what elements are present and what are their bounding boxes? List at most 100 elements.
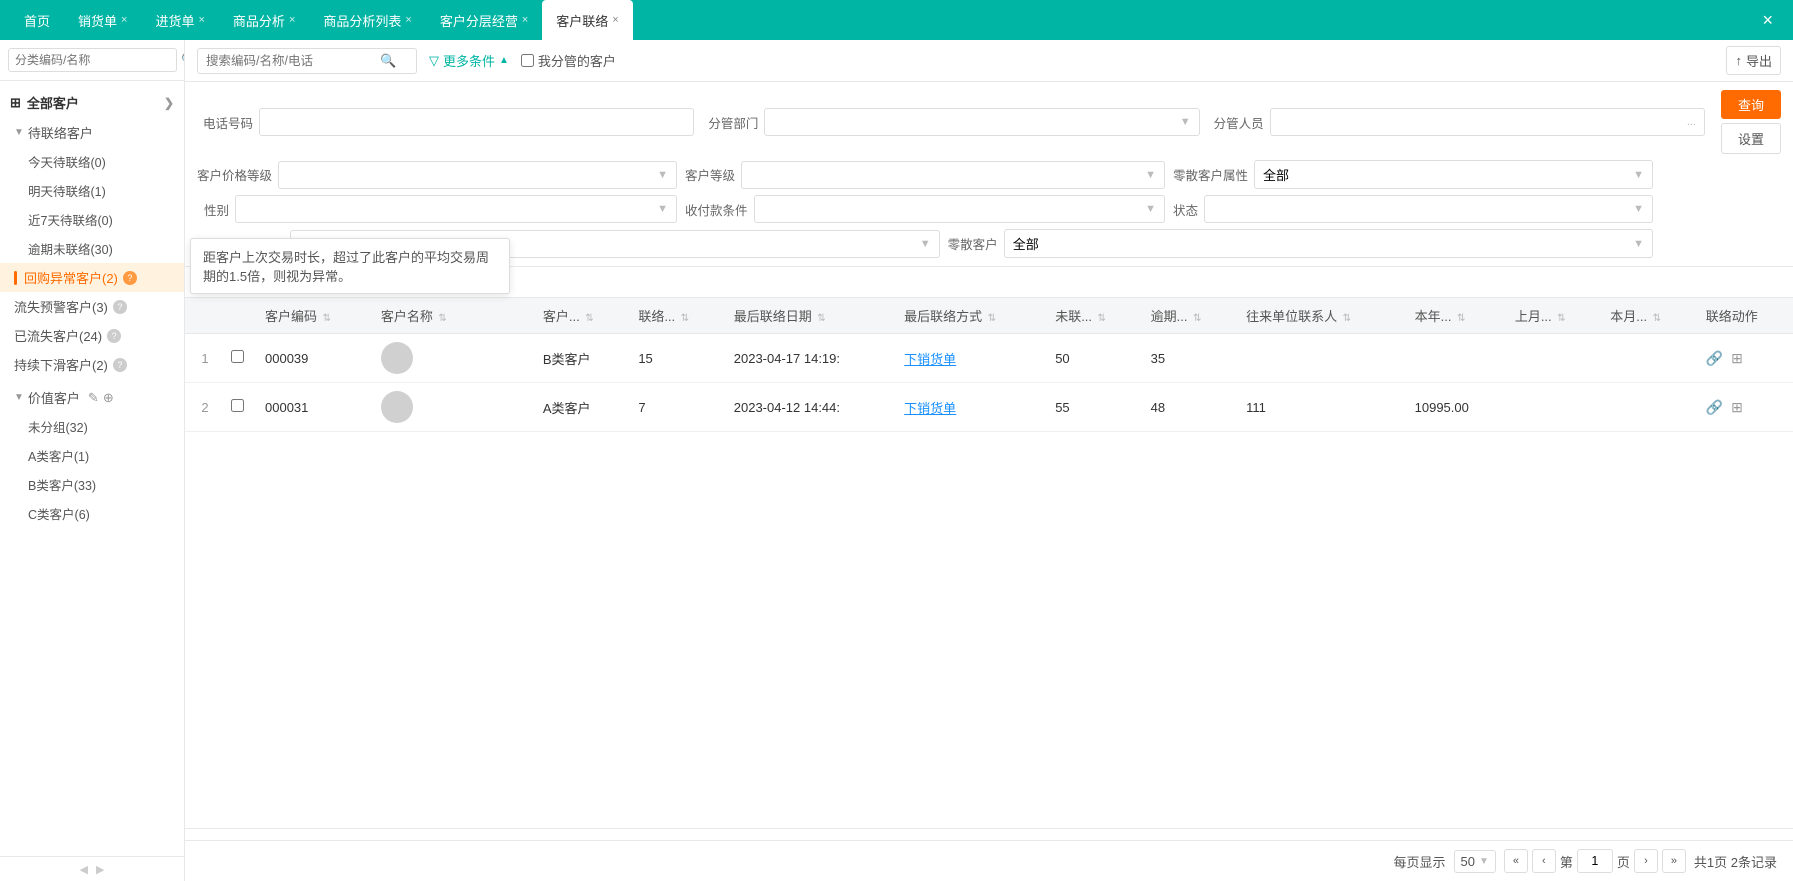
sort-icon-od: ⇅ xyxy=(1193,313,1201,324)
horizontal-scrollbar[interactable] xyxy=(185,828,1793,840)
sidebar-item-overdue[interactable]: 逾期未联络(30) xyxy=(0,234,184,263)
input-price-level[interactable]: ▼ xyxy=(278,161,677,189)
query-button[interactable]: 查询 xyxy=(1721,90,1781,119)
nav-close-goods[interactable]: × xyxy=(289,14,295,26)
input-dept[interactable]: ▼ xyxy=(764,108,1199,136)
row-checkbox-1[interactable] xyxy=(231,350,244,363)
input-customer-level[interactable]: ▼ xyxy=(741,161,1165,189)
nav-item-purchase[interactable]: 进货单 × xyxy=(141,0,218,40)
sort-icon-cc: ⇅ xyxy=(681,313,689,324)
sidebar-item-a-class[interactable]: A类客户(1) xyxy=(0,441,184,470)
col-contact-count[interactable]: 联络... ⇅ xyxy=(628,298,723,334)
nav-item-sales[interactable]: 销货单 × xyxy=(64,0,141,40)
nav-close-sales[interactable]: × xyxy=(121,14,127,26)
per-page-select[interactable]: 50 ▼ xyxy=(1454,850,1496,873)
col-not-contact[interactable]: 未联... ⇅ xyxy=(1045,298,1140,334)
link-icon-2[interactable]: 🔗 xyxy=(1706,399,1723,416)
sidebar-item-decline[interactable]: 持续下滑客户(2) ? xyxy=(0,350,184,379)
sidebar-item-lost[interactable]: 已流失客户(24) ? xyxy=(0,321,184,350)
page-next-btn[interactable]: › xyxy=(1634,849,1658,873)
link-icon-1[interactable]: 🔗 xyxy=(1706,350,1723,367)
add-icon-value[interactable]: ⊕ xyxy=(103,390,114,406)
col-overdue[interactable]: 逾期... ⇅ xyxy=(1141,298,1236,334)
page-first-btn[interactable]: « xyxy=(1504,849,1528,873)
edit-icon-value[interactable]: ✎ xyxy=(88,390,99,406)
input-payment[interactable]: ▼ xyxy=(754,195,1165,223)
info-icon-lost[interactable]: ? xyxy=(107,329,121,343)
sidebar-section-pending[interactable]: ▼ 待联络客户 xyxy=(0,118,184,147)
scroll-right-icon[interactable]: ▶ xyxy=(96,863,104,876)
page-last-btn[interactable]: » xyxy=(1662,849,1686,873)
cell-checkbox-2[interactable] xyxy=(225,383,255,432)
sidebar-item-abnormal[interactable]: 回购异常客户(2) ? xyxy=(0,263,184,292)
nav-close-contact[interactable]: × xyxy=(612,14,618,26)
row-checkbox-2[interactable] xyxy=(231,399,244,412)
nav-item-stratify[interactable]: 客户分层经营 × xyxy=(426,0,542,40)
chevron-down-icon-pending: ▼ xyxy=(14,127,24,138)
info-icon-abnormal[interactable]: ? xyxy=(123,271,137,285)
input-manager[interactable]: ... xyxy=(1270,108,1705,136)
sidebar-item-7days[interactable]: 近7天待联络(0) xyxy=(0,205,184,234)
col-type[interactable]: 客户... ⇅ xyxy=(533,298,628,334)
grid-action-icon-1[interactable]: ⊞ xyxy=(1731,350,1743,367)
sidebar-item-today[interactable]: 今天待联络(0) xyxy=(0,147,184,176)
more-conditions-btn[interactable]: ▽ 更多条件 ▲ xyxy=(429,51,509,70)
page-prev-btn[interactable]: ‹ xyxy=(1532,849,1556,873)
settings-button[interactable]: 设置 xyxy=(1721,123,1781,154)
cell-checkbox-1[interactable] xyxy=(225,334,255,383)
nav-window-close[interactable]: × xyxy=(1752,10,1783,31)
col-last-date[interactable]: 最后联络日期 ⇅ xyxy=(724,298,894,334)
info-icon-warn[interactable]: ? xyxy=(113,300,127,314)
chevron-down-retail-cust: ▼ xyxy=(1633,238,1644,250)
col-partner-contact[interactable]: 往来单位联系人 ⇅ xyxy=(1236,298,1405,334)
sidebar-tree: ⊞ 全部客户 ❯ ▼ 待联络客户 今天待联络(0) 明天待联络(1) 近7天待联… xyxy=(0,81,184,856)
my-customer-check[interactable] xyxy=(521,54,534,67)
sidebar-search-bar: 🔍 xyxy=(0,40,184,81)
chevron-up-icon: ▲ xyxy=(499,55,509,66)
grid-action-icon-2[interactable]: ⊞ xyxy=(1731,399,1743,416)
label-price-level: 客户价格等级 xyxy=(197,165,272,184)
search-icon[interactable]: 🔍 xyxy=(380,53,396,69)
sidebar-root[interactable]: ⊞ 全部客户 ❯ xyxy=(0,87,184,118)
sidebar-section-value[interactable]: ▼ 价值客户 ✎ ⊕ xyxy=(0,383,184,412)
nav-item-goods-list[interactable]: 商品分析列表 × xyxy=(309,0,425,40)
nav-item-home[interactable]: 首页 xyxy=(10,0,64,40)
col-code[interactable]: 客户编码 ⇅ xyxy=(255,298,371,334)
label-gender: 性别 xyxy=(197,200,229,219)
input-retail-customer[interactable]: 全部▼ xyxy=(1004,229,1653,258)
chevron-down-retail-attr: ▼ xyxy=(1633,169,1644,181)
chevron-down-icon-value: ▼ xyxy=(14,392,24,403)
input-phone[interactable] xyxy=(259,108,694,136)
col-checkbox xyxy=(225,298,255,334)
input-gender[interactable]: ▼ xyxy=(235,195,677,223)
search-input[interactable] xyxy=(206,54,376,68)
action-buttons: 查询 设置 xyxy=(1721,90,1781,154)
nav-close-goods-list[interactable]: × xyxy=(405,14,411,26)
scroll-left-icon[interactable]: ◀ xyxy=(80,863,88,876)
sidebar-search-input[interactable] xyxy=(8,48,177,72)
cell-method-1[interactable]: 下销货单 xyxy=(894,334,1045,383)
export-btn[interactable]: ↑ 导出 xyxy=(1726,46,1781,75)
sidebar-item-b-class[interactable]: B类客户(33) xyxy=(0,470,184,499)
table-wrapper: 客户编码 ⇅ 客户名称 ⇅ 客户... ⇅ xyxy=(185,298,1793,828)
nav-item-goods-analysis[interactable]: 商品分析 × xyxy=(219,0,309,40)
sidebar-item-warn[interactable]: 流失预警客户(3) ? xyxy=(0,292,184,321)
col-this-month[interactable]: 本月... ⇅ xyxy=(1600,298,1695,334)
col-name[interactable]: 客户名称 ⇅ xyxy=(371,298,533,334)
sidebar-item-c-class[interactable]: C类客户(6) xyxy=(0,499,184,528)
nav-close-purchase[interactable]: × xyxy=(198,14,204,26)
col-last-method[interactable]: 最后联络方式 ⇅ xyxy=(894,298,1045,334)
info-icon-decline[interactable]: ? xyxy=(113,358,127,372)
sidebar-item-tomorrow[interactable]: 明天待联络(1) xyxy=(0,176,184,205)
sidebar-item-ungrouped[interactable]: 未分组(32) xyxy=(0,412,184,441)
cell-method-2[interactable]: 下销货单 xyxy=(894,383,1045,432)
input-status[interactable]: ▼ xyxy=(1204,195,1653,223)
col-last-month[interactable]: 上月... ⇅ xyxy=(1505,298,1600,334)
nav-item-contact[interactable]: 客户联络 × xyxy=(542,0,632,40)
input-retail-attr[interactable]: 全部▼ xyxy=(1254,160,1653,189)
col-this-year[interactable]: 本年... ⇅ xyxy=(1405,298,1505,334)
nav-close-stratify[interactable]: × xyxy=(522,14,528,26)
page-input[interactable] xyxy=(1577,849,1613,873)
my-customer-checkbox[interactable]: 我分管的客户 xyxy=(521,51,616,70)
collapse-right-icon[interactable]: ❯ xyxy=(164,96,174,110)
